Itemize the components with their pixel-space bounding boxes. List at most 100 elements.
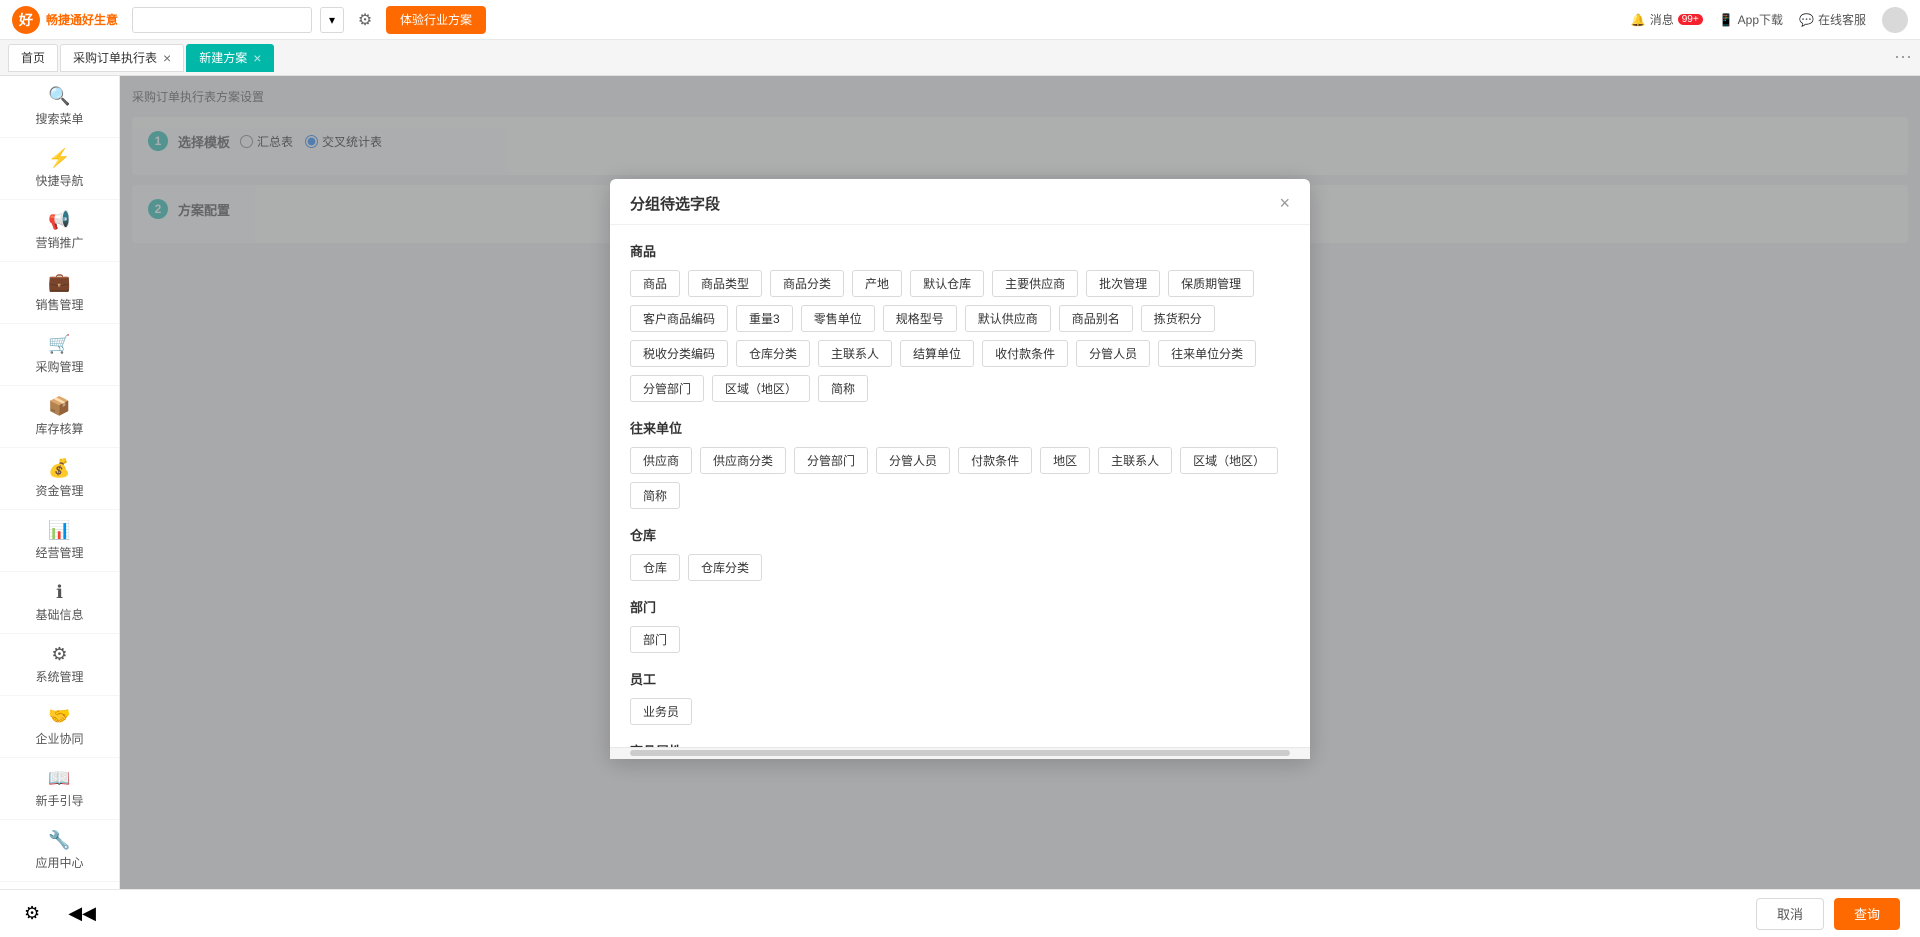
field-tag-1-8[interactable]: 简称 xyxy=(630,482,680,509)
purchase-icon: 🛒 xyxy=(48,334,70,355)
field-tag-1-4[interactable]: 付款条件 xyxy=(958,447,1032,474)
modal-title: 分组待选字段 xyxy=(630,193,720,214)
field-tag-0-18[interactable]: 结算单位 xyxy=(900,340,974,367)
tab-home[interactable]: 首页 xyxy=(8,44,58,72)
confirm-button[interactable]: 查询 xyxy=(1834,898,1900,930)
app-download-item[interactable]: 📱 App下载 xyxy=(1719,11,1783,28)
field-tag-0-8[interactable]: 客户商品编码 xyxy=(630,305,728,332)
sidebar-app-center-label: 应用中心 xyxy=(35,854,83,871)
notifications-label: 消息 xyxy=(1650,11,1674,28)
quicknav-icon: ⚡ xyxy=(48,148,70,169)
field-tag-0-20[interactable]: 分管人员 xyxy=(1076,340,1150,367)
section-title-4: 员工 xyxy=(630,669,1290,688)
sidebar-sales-label: 销售管理 xyxy=(35,296,83,313)
tab-purchase-order-close[interactable]: × xyxy=(163,50,171,66)
online-service-item[interactable]: 💬 在线客服 xyxy=(1799,11,1866,28)
sidebar-item-app-center[interactable]: 🔧 应用中心 xyxy=(0,820,119,882)
field-tag-0-19[interactable]: 收付款条件 xyxy=(982,340,1068,367)
sidebar-item-beginner[interactable]: 📖 新手引导 xyxy=(0,758,119,820)
sidebar-item-operation[interactable]: 📊 经营管理 xyxy=(0,510,119,572)
field-tag-0-7[interactable]: 保质期管理 xyxy=(1168,270,1254,297)
field-tag-0-0[interactable]: 商品 xyxy=(630,270,680,297)
collapse-icon[interactable]: ◀◀ xyxy=(68,903,96,924)
field-tags-4: 业务员 xyxy=(630,698,1290,725)
modal-close-button[interactable]: × xyxy=(1279,194,1290,212)
field-tag-0-11[interactable]: 规格型号 xyxy=(883,305,957,332)
field-tag-0-21[interactable]: 往来单位分类 xyxy=(1158,340,1256,367)
sidebar-item-system[interactable]: ⚙ 系统管理 xyxy=(0,634,119,696)
field-tag-0-9[interactable]: 重量3 xyxy=(736,305,793,332)
modal-scroll-thumb xyxy=(630,750,1290,756)
modal-scroll-track[interactable] xyxy=(610,747,1310,759)
field-tags-2: 仓库仓库分类 xyxy=(630,554,1290,581)
sidebar-item-finance[interactable]: 💰 资金管理 xyxy=(0,448,119,510)
field-tag-1-0[interactable]: 供应商 xyxy=(630,447,692,474)
field-section-1: 往来单位供应商供应商分类分管部门分管人员付款条件地区主联系人区域（地区） 简称 xyxy=(630,418,1290,509)
field-tag-0-10[interactable]: 零售单位 xyxy=(801,305,875,332)
field-tag-1-7[interactable]: 区域（地区） xyxy=(1180,447,1278,474)
settings-bottom-icon[interactable]: ⚙ xyxy=(24,903,40,924)
sidebar-bottom: ⚙ ◀◀ xyxy=(0,889,120,937)
field-tag-0-12[interactable]: 默认供应商 xyxy=(965,305,1051,332)
sidebar-item-search[interactable]: 🔍 搜索菜单 xyxy=(0,76,119,138)
beginner-icon: 📖 xyxy=(48,768,70,789)
tab-new-scheme[interactable]: 新建方案 × xyxy=(186,44,274,72)
sidebar: 🔍 搜索菜单 ⚡ 快捷导航 📢 营销推广 💼 销售管理 🛒 采购管理 📦 库存核… xyxy=(0,76,120,937)
sidebar-finance-label: 资金管理 xyxy=(35,482,83,499)
notifications-item[interactable]: 🔔 消息 99+ xyxy=(1631,11,1703,28)
sidebar-item-sales[interactable]: 💼 销售管理 xyxy=(0,262,119,324)
field-tag-1-5[interactable]: 地区 xyxy=(1040,447,1090,474)
field-tag-0-4[interactable]: 默认仓库 xyxy=(910,270,984,297)
bottom-bar: 取消 查询 xyxy=(120,889,1920,937)
search-icon: 🔍 xyxy=(48,86,70,107)
tab-new-scheme-close[interactable]: × xyxy=(253,50,261,66)
field-tag-0-14[interactable]: 拣货积分 xyxy=(1141,305,1215,332)
field-tag-0-13[interactable]: 商品别名 xyxy=(1059,305,1133,332)
field-tag-0-23[interactable]: 区域（地区） xyxy=(712,375,810,402)
avatar[interactable] xyxy=(1882,7,1908,33)
field-tag-0-24[interactable]: 简称 xyxy=(818,375,868,402)
chevron-down-icon: ▾ xyxy=(329,13,335,27)
nav-dropdown-btn[interactable]: ▾ xyxy=(320,7,344,33)
service-label: 在线客服 xyxy=(1818,11,1866,28)
field-tag-1-1[interactable]: 供应商分类 xyxy=(700,447,786,474)
field-tag-1-2[interactable]: 分管部门 xyxy=(794,447,868,474)
tab-expand-icon[interactable]: ⋯ xyxy=(1894,47,1912,68)
field-tag-0-17[interactable]: 主联系人 xyxy=(818,340,892,367)
cancel-button[interactable]: 取消 xyxy=(1756,898,1824,930)
field-tag-1-6[interactable]: 主联系人 xyxy=(1098,447,1172,474)
field-tag-0-2[interactable]: 商品分类 xyxy=(770,270,844,297)
top-right: 🔔 消息 99+ 📱 App下载 💬 在线客服 xyxy=(1631,7,1908,33)
sidebar-search-label: 搜索菜单 xyxy=(35,110,83,127)
sidebar-item-inventory[interactable]: 📦 库存核算 xyxy=(0,386,119,448)
nav-search-input[interactable] xyxy=(132,7,312,33)
field-tag-2-1[interactable]: 仓库分类 xyxy=(688,554,762,581)
field-tag-1-3[interactable]: 分管人员 xyxy=(876,447,950,474)
field-tag-2-0[interactable]: 仓库 xyxy=(630,554,680,581)
sidebar-item-basic-info[interactable]: ℹ 基础信息 xyxy=(0,572,119,634)
field-tag-0-5[interactable]: 主要供应商 xyxy=(992,270,1078,297)
section-title-2: 仓库 xyxy=(630,525,1290,544)
experience-button[interactable]: 体验行业方案 xyxy=(386,6,486,34)
sidebar-quicknav-label: 快捷导航 xyxy=(35,172,83,189)
logo-area: 好 畅捷通好生意 xyxy=(12,6,132,34)
settings-icon[interactable]: ⚙ xyxy=(352,7,378,33)
section-title-1: 往来单位 xyxy=(630,418,1290,437)
sidebar-item-quicknav[interactable]: ⚡ 快捷导航 xyxy=(0,138,119,200)
download-icon: 📱 xyxy=(1719,13,1734,27)
sidebar-item-enterprise[interactable]: 🤝 企业协同 xyxy=(0,696,119,758)
field-tag-0-22[interactable]: 分管部门 xyxy=(630,375,704,402)
section-title-3: 部门 xyxy=(630,597,1290,616)
field-tag-0-16[interactable]: 仓库分类 xyxy=(736,340,810,367)
sidebar-item-purchase[interactable]: 🛒 采购管理 xyxy=(0,324,119,386)
tab-purchase-order[interactable]: 采购订单执行表 × xyxy=(60,44,184,72)
download-label: App下载 xyxy=(1738,11,1783,28)
field-tag-0-3[interactable]: 产地 xyxy=(852,270,902,297)
field-tag-4-0[interactable]: 业务员 xyxy=(630,698,692,725)
field-tag-0-15[interactable]: 税收分类编码 xyxy=(630,340,728,367)
inventory-icon: 📦 xyxy=(48,396,70,417)
field-tag-0-1[interactable]: 商品类型 xyxy=(688,270,762,297)
field-tag-3-0[interactable]: 部门 xyxy=(630,626,680,653)
field-tag-0-6[interactable]: 批次管理 xyxy=(1086,270,1160,297)
sidebar-item-marketing[interactable]: 📢 营销推广 xyxy=(0,200,119,262)
